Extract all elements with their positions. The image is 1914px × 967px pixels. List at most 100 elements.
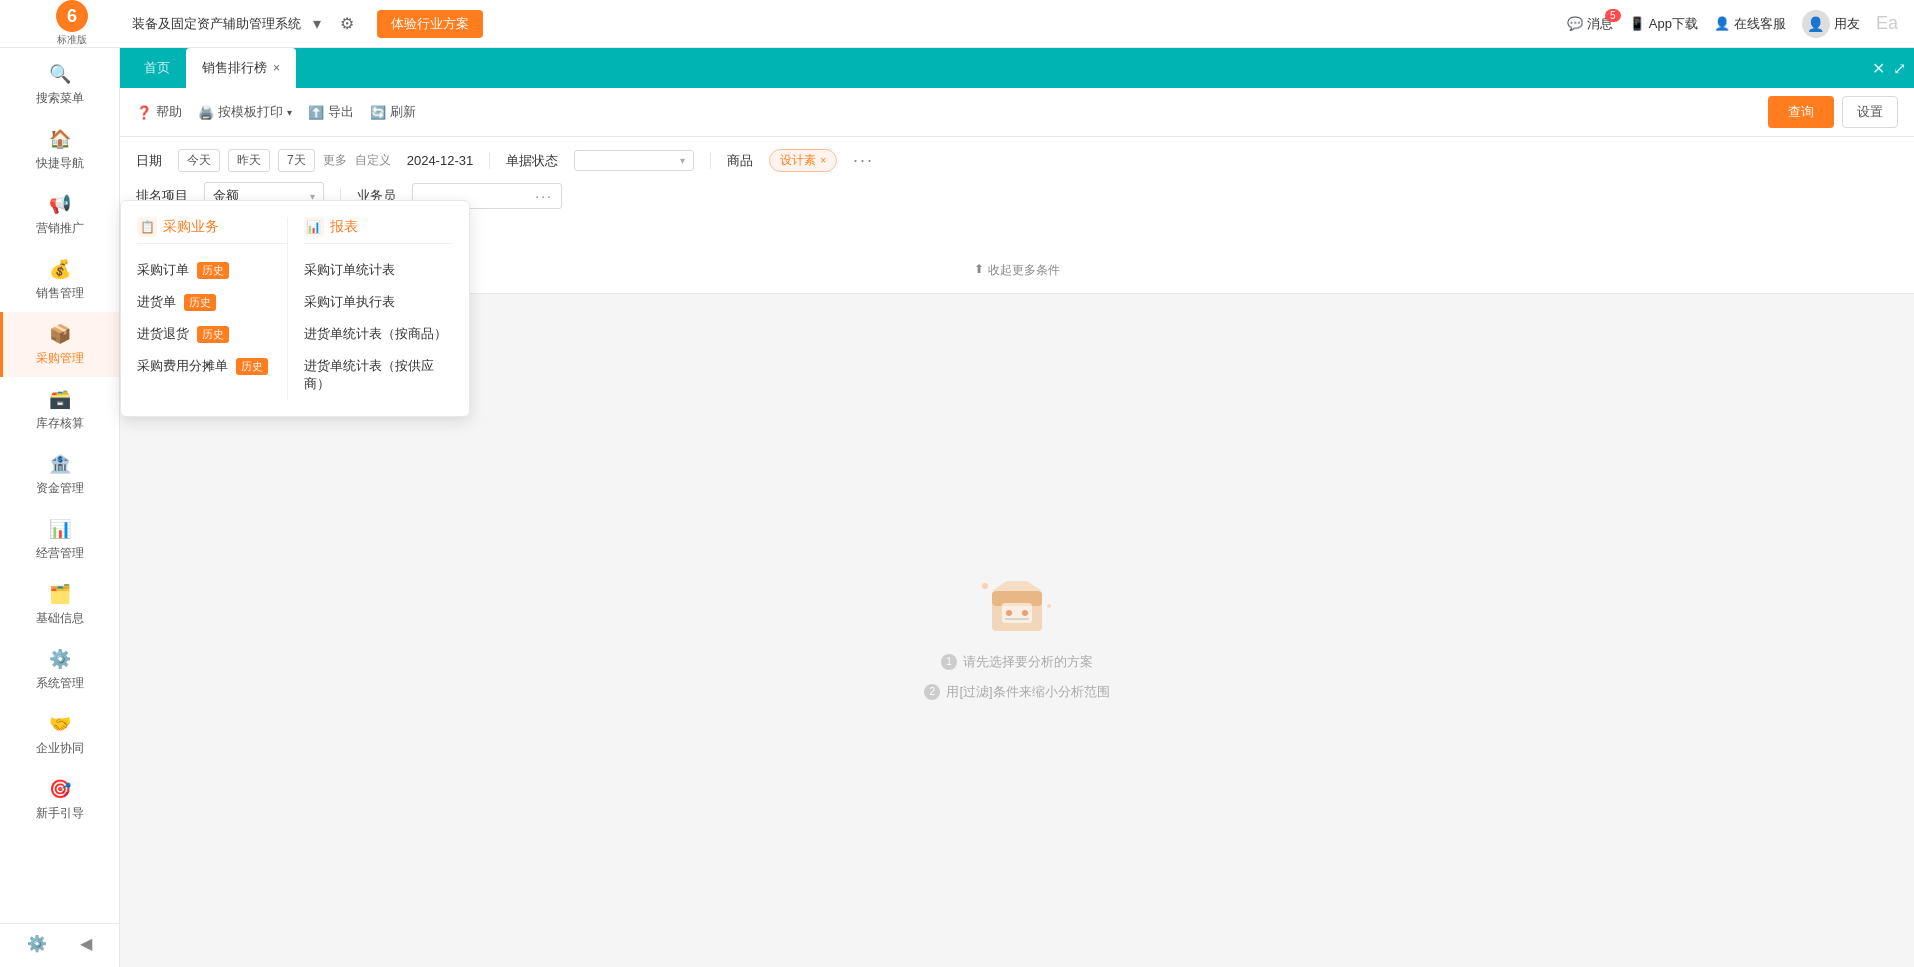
goods-tag-close-icon[interactable]: × bbox=[820, 155, 826, 166]
sidebar-item-purchase[interactable]: 📦 采购管理 bbox=[0, 312, 119, 377]
enterprise-icon: 🤝 bbox=[48, 712, 72, 736]
sidebar-item-search[interactable]: 🔍 搜索菜单 bbox=[0, 52, 119, 117]
sidebar-item-system[interactable]: ⚙️ 系统管理 bbox=[0, 637, 119, 702]
help-btn[interactable]: ❓ 帮助 bbox=[136, 103, 182, 121]
quick-nav-icon: 🏠 bbox=[48, 127, 72, 151]
inbound-stats-by-supplier-label: 进货单统计表（按供应商） bbox=[304, 357, 454, 393]
sidebar-item-marketing[interactable]: 📢 营销推广 bbox=[0, 182, 119, 247]
online-service-label: 在线客服 bbox=[1734, 15, 1786, 33]
purchase-order-item[interactable]: 采购订单 历史 bbox=[137, 254, 287, 286]
po-exec-item[interactable]: 采购订单执行表 bbox=[304, 286, 454, 318]
sidebar-item-quick-nav[interactable]: 🏠 快捷导航 bbox=[0, 117, 119, 182]
inbound-stats-by-goods-item[interactable]: 进货单统计表（按商品） bbox=[304, 318, 454, 350]
print-label: 按模板打印 bbox=[218, 103, 283, 121]
settings-bottom-icon[interactable]: ⚙️ bbox=[27, 934, 47, 953]
inbound-order-item[interactable]: 进货单 历史 bbox=[137, 286, 287, 318]
expense-alloc-label: 采购费用分摊单 bbox=[137, 357, 228, 375]
collapse-label: 收起更多条件 bbox=[988, 262, 1060, 279]
salesperson-more-icon[interactable]: ··· bbox=[535, 188, 553, 204]
tab-close-icon[interactable]: × bbox=[273, 61, 280, 75]
step-1-text: 请先选择要分析的方案 bbox=[963, 653, 1093, 671]
purchase-order-label: 采购订单 bbox=[137, 261, 189, 279]
tab-sales-rank[interactable]: 销售排行榜 × bbox=[186, 48, 296, 88]
tab-home-label: 首页 bbox=[144, 59, 170, 77]
sidebar: 🔍 搜索菜单 🏠 快捷导航 📢 营销推广 💰 销售管理 📦 采购管理 🗃️ 库存… bbox=[0, 48, 120, 967]
step-1-num: 1 bbox=[941, 654, 957, 670]
date-more-btn[interactable]: 更多 bbox=[323, 152, 347, 169]
avatar-icon: 👤 bbox=[1802, 10, 1830, 38]
empty-step-2: 2 用[过滤]条件来缩小分析范围 bbox=[924, 683, 1109, 701]
return-goods-label: 进货退货 bbox=[137, 325, 189, 343]
basic-info-icon: 🗂️ bbox=[48, 582, 72, 606]
print-dropdown-icon[interactable]: ▾ bbox=[287, 107, 292, 118]
logo-icon: 6 bbox=[56, 0, 88, 32]
tab-expand-icon[interactable]: ⤢ bbox=[1893, 59, 1906, 78]
expense-alloc-history-badge: 历史 bbox=[236, 358, 268, 375]
sidebar-label-purchase: 采购管理 bbox=[36, 350, 84, 367]
date-range-area: 今天 昨天 7天 更多 自定义 bbox=[178, 149, 391, 172]
app-download-btn[interactable]: 📱 App下载 bbox=[1629, 15, 1698, 33]
step-2-num: 2 bbox=[924, 684, 940, 700]
goods-tag-text: 设计素 bbox=[780, 152, 816, 169]
goods-tag: 设计素 × bbox=[769, 149, 837, 172]
date-yesterday-btn[interactable]: 昨天 bbox=[228, 149, 270, 172]
sidebar-item-basic-info[interactable]: 🗂️ 基础信息 bbox=[0, 572, 119, 637]
sidebar-label-guide: 新手引导 bbox=[36, 805, 84, 822]
sidebar-item-finance[interactable]: 🏦 资金管理 bbox=[0, 442, 119, 507]
goods-more-icon[interactable]: ··· bbox=[853, 150, 874, 171]
doc-status-select[interactable]: ▾ bbox=[574, 150, 694, 171]
po-exec-label: 采购订单执行表 bbox=[304, 293, 395, 311]
message-btn[interactable]: 💬 消息 5 bbox=[1567, 15, 1613, 33]
print-btn[interactable]: 🖨️ 按模板打印 ▾ bbox=[198, 103, 292, 121]
sidebar-item-operation[interactable]: 📊 经营管理 bbox=[0, 507, 119, 572]
empty-step-1: 1 请先选择要分析的方案 bbox=[941, 653, 1093, 671]
tab-sales-rank-label: 销售排行榜 bbox=[202, 59, 267, 77]
system-icon: ⚙️ bbox=[48, 647, 72, 671]
purchase-report-label: 报表 bbox=[330, 218, 358, 236]
user-name-label: 用友 bbox=[1834, 15, 1860, 33]
industry-btn[interactable]: 体验行业方案 bbox=[377, 10, 483, 38]
settings-button[interactable]: 设置 bbox=[1842, 96, 1898, 128]
tab-close-window-icon[interactable]: ✕ bbox=[1872, 59, 1885, 78]
doc-status-label: 单据状态 bbox=[506, 152, 558, 170]
help-icon: ❓ bbox=[136, 105, 152, 120]
sidebar-label-enterprise: 企业协同 bbox=[36, 740, 84, 757]
return-goods-item[interactable]: 进货退货 历史 bbox=[137, 318, 287, 350]
service-icon: 👤 bbox=[1714, 16, 1730, 31]
collapse-sidebar-icon[interactable]: ◀ bbox=[80, 934, 92, 953]
sidebar-item-inventory[interactable]: 🗃️ 库存核算 bbox=[0, 377, 119, 442]
expense-alloc-item[interactable]: 采购费用分摊单 历史 bbox=[137, 350, 287, 382]
po-stats-item[interactable]: 采购订单统计表 bbox=[304, 254, 454, 286]
online-service-btn[interactable]: 👤 在线客服 bbox=[1714, 15, 1786, 33]
query-button[interactable]: 查询 bbox=[1768, 96, 1834, 128]
finance-icon: 🏦 bbox=[48, 452, 72, 476]
main-layout: 🔍 搜索菜单 🏠 快捷导航 📢 营销推广 💰 销售管理 📦 采购管理 🗃️ 库存… bbox=[0, 48, 1914, 967]
sidebar-label-search: 搜索菜单 bbox=[36, 90, 84, 107]
sidebar-item-guide[interactable]: 🎯 新手引导 bbox=[0, 767, 119, 832]
user-btn[interactable]: 👤 用友 bbox=[1802, 10, 1860, 38]
inbound-order-history-badge: 历史 bbox=[184, 294, 216, 311]
sidebar-item-enterprise[interactable]: 🤝 企业协同 bbox=[0, 702, 119, 767]
content-area: 首页 销售排行榜 × ✕ ⤢ ❓ 帮助 🖨️ 按模板打印 ▾ ⬆️ bbox=[120, 48, 1914, 967]
export-btn[interactable]: ⬆️ 导出 bbox=[308, 103, 354, 121]
date-7days-btn[interactable]: 7天 bbox=[278, 149, 315, 172]
po-stats-label: 采购订单统计表 bbox=[304, 261, 395, 279]
app-title: 装备及固定资产辅助管理系统 bbox=[132, 15, 301, 33]
sidebar-label-marketing: 营销推广 bbox=[36, 220, 84, 237]
help-label: 帮助 bbox=[156, 103, 182, 121]
settings-gear-icon[interactable]: ⚙ bbox=[333, 10, 361, 38]
sidebar-label-basic-info: 基础信息 bbox=[36, 610, 84, 627]
date-custom-btn[interactable]: 自定义 bbox=[355, 152, 391, 169]
filter-row-1: 日期 今天 昨天 7天 更多 自定义 2024-12-31 单据状态 ▾ 商品 bbox=[136, 149, 1898, 172]
dropdown-arrow-icon[interactable]: ▾ bbox=[309, 16, 325, 32]
tab-home[interactable]: 首页 bbox=[128, 48, 186, 88]
purchase-dropdown: 📋 采购业务 采购订单 历史 进货单 历史 进货退货 历史 采购费用分摊单 历史 bbox=[120, 200, 470, 417]
purchase-report-title: 📊 报表 bbox=[304, 217, 454, 244]
message-icon: 💬 bbox=[1567, 16, 1583, 31]
sidebar-bottom: ⚙️ ◀ bbox=[0, 923, 119, 963]
inbound-stats-by-supplier-item[interactable]: 进货单统计表（按供应商） bbox=[304, 350, 454, 400]
sidebar-item-sales[interactable]: 💰 销售管理 bbox=[0, 247, 119, 312]
sales-icon: 💰 bbox=[48, 257, 72, 281]
date-today-btn[interactable]: 今天 bbox=[178, 149, 220, 172]
refresh-btn[interactable]: 🔄 刷新 bbox=[370, 103, 416, 121]
